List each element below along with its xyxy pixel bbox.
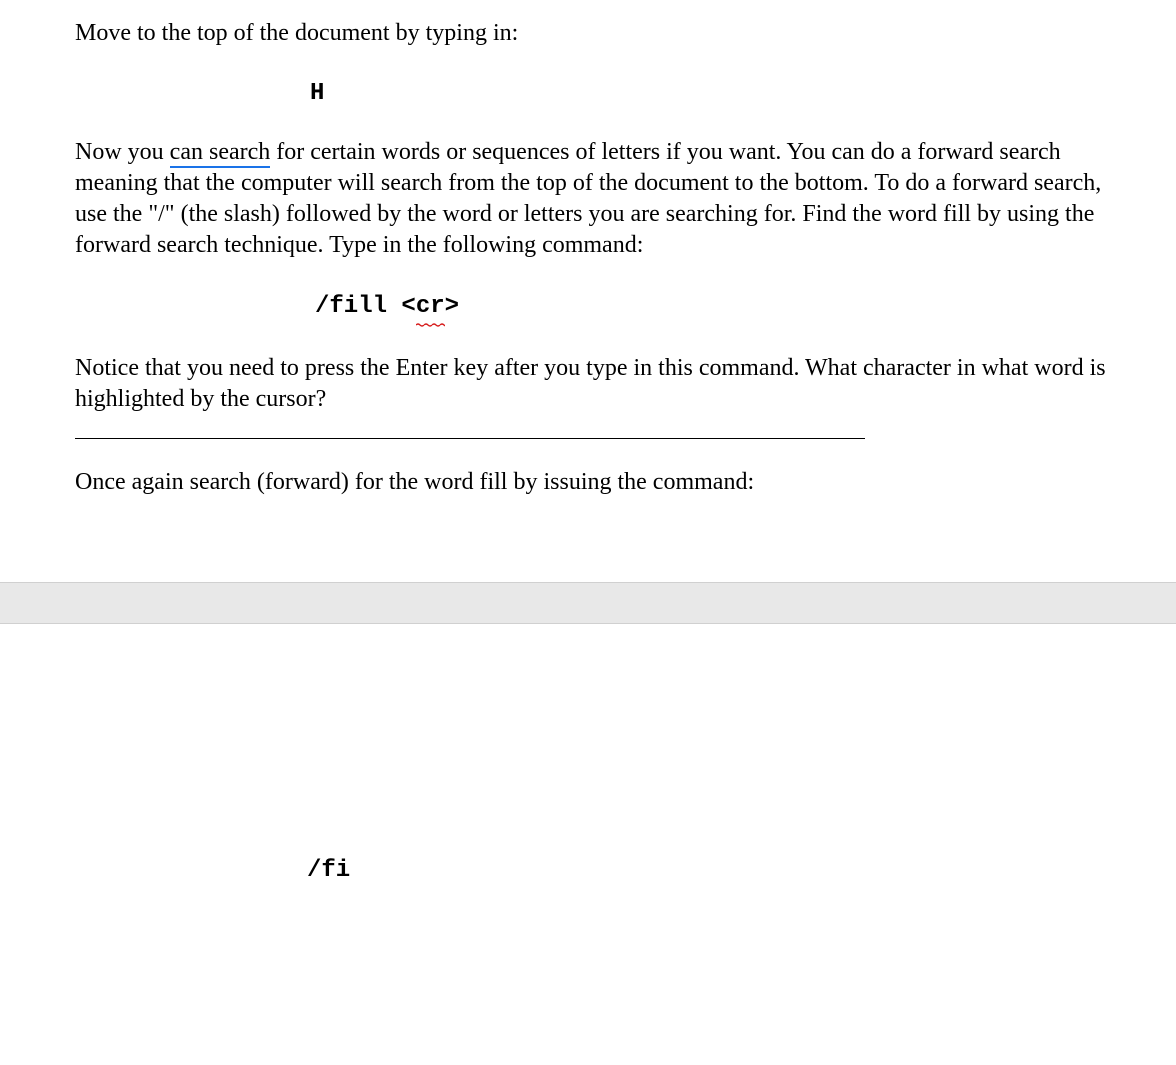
command-block-fill: /fill <cr> — [315, 290, 1106, 323]
command-fill-a: /fill < — [315, 293, 416, 320]
document-wrap: Move to the top of the document by typin… — [0, 0, 1176, 927]
page-2: /fi — [0, 624, 1176, 927]
paragraph-once-again: Once again search (forward) for the word… — [75, 467, 1106, 498]
answer-blank-line — [75, 438, 865, 439]
para-search-part-a: Now you — [75, 139, 170, 165]
command-block-H: H — [310, 77, 1106, 110]
command-fill-b: > — [445, 293, 459, 320]
paragraph-move-top: Move to the top of the document by typin… — [75, 18, 1106, 49]
command-block-fi: /fi — [307, 854, 1106, 887]
grammar-marked-can-search[interactable]: can search — [170, 139, 271, 168]
spell-marked-cr[interactable]: cr — [416, 292, 445, 323]
command-fi: /fi — [307, 857, 350, 884]
paragraph-search-explain: Now you can search for certain words or … — [75, 137, 1106, 260]
page-break — [0, 582, 1176, 624]
page-1: Move to the top of the document by typin… — [0, 0, 1176, 582]
command-H: H — [310, 80, 324, 107]
paragraph-notice-enter: Notice that you need to press the Enter … — [75, 353, 1106, 414]
